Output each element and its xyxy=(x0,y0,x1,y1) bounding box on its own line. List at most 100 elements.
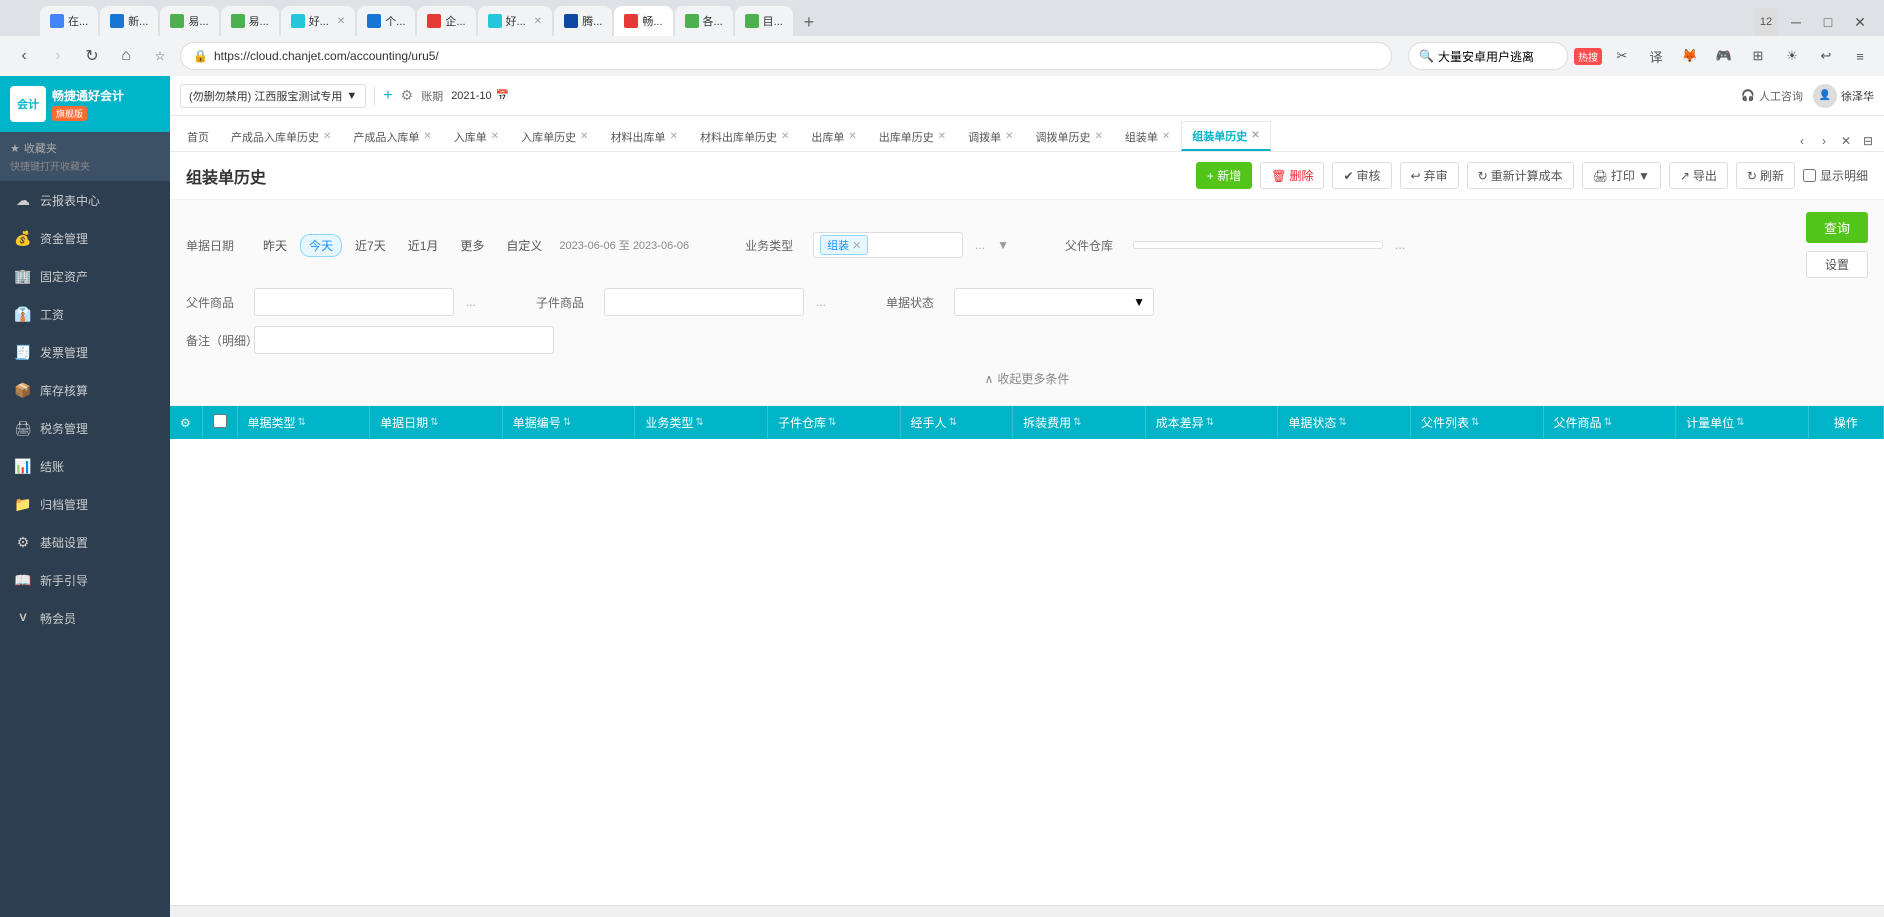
sidebar-item-invoice[interactable]: 🧾 发票管理 xyxy=(0,333,170,371)
date-btn-7days[interactable]: 近7天 xyxy=(346,234,395,257)
sidebar-favorites[interactable]: ★ 收藏夹 快捷键打开收藏夹 xyxy=(0,132,170,181)
delete-button[interactable]: 🗑 删除 xyxy=(1260,162,1324,189)
child-goods-input[interactable] xyxy=(604,288,804,316)
new-tab-button[interactable]: + xyxy=(795,8,823,36)
th-handler[interactable]: 经手人 ⇅ xyxy=(900,406,1013,439)
company-selector[interactable]: (勿删勿禁用) 江西服宝测试专用 ▼ xyxy=(180,84,366,108)
browser-tab-8[interactable]: 腾... xyxy=(554,6,612,36)
nav-tab-assemble-history[interactable]: 组装单历史 ✕ xyxy=(1181,121,1270,151)
tab-close-7[interactable]: ✕ xyxy=(534,16,542,27)
scissors-btn[interactable]: ✂ xyxy=(1608,42,1636,70)
set-button[interactable]: 设置 xyxy=(1806,251,1868,278)
nav-tab-in-order[interactable]: 入库单 ✕ xyxy=(443,121,510,151)
horizontal-scrollbar[interactable] xyxy=(170,905,1884,917)
nav-tab-out-history[interactable]: 出库单历史 ✕ xyxy=(868,121,957,151)
export-button[interactable]: ↗ 导出 xyxy=(1669,162,1728,189)
nav-scroll-right[interactable]: › xyxy=(1814,131,1834,151)
nav-tab-close-1[interactable]: ✕ xyxy=(323,131,331,142)
th-settings[interactable]: ⚙ xyxy=(170,406,202,439)
parent-goods-input[interactable] xyxy=(254,288,454,316)
bill-status-select[interactable]: ▼ xyxy=(954,288,1154,316)
parent-goods-more-btn[interactable]: ... xyxy=(462,295,480,309)
tab-count-badge[interactable]: 12 xyxy=(1754,8,1778,36)
grid-btn[interactable]: ⊞ xyxy=(1744,42,1772,70)
note-input[interactable] xyxy=(254,326,554,354)
close-window-button[interactable]: ✕ xyxy=(1846,8,1874,36)
back-button[interactable]: ‹ xyxy=(10,42,38,70)
history-btn[interactable]: ↩ xyxy=(1812,42,1840,70)
sidebar-item-tax[interactable]: 🖨 税务管理 xyxy=(0,409,170,447)
print-button[interactable]: 🖨 打印 ▼ xyxy=(1582,162,1661,189)
bookmark-button[interactable]: ☆ xyxy=(146,42,174,70)
nav-tab-produce-in-history[interactable]: 产成品入库单历史 ✕ xyxy=(220,121,342,151)
nav-tab-close-5[interactable]: ✕ xyxy=(670,131,678,142)
date-btn-custom[interactable]: 自定义 xyxy=(497,234,551,257)
sidebar-item-cloud-report[interactable]: ☁ 云报表中心 xyxy=(0,181,170,219)
forward-button[interactable]: › xyxy=(44,42,72,70)
sidebar-item-finance[interactable]: 💰 资金管理 xyxy=(0,219,170,257)
service-button[interactable]: 🎧 人工咨询 xyxy=(1741,88,1803,104)
browser-tab-6[interactable]: 企... xyxy=(417,6,475,36)
warehouse-more-btn[interactable]: ... xyxy=(1391,238,1409,252)
add-button[interactable]: + 新增 xyxy=(1196,162,1252,189)
refresh-button[interactable]: ↻ 刷新 xyxy=(1736,162,1795,189)
sidebar-item-fixed-assets[interactable]: 🏢 固定资产 xyxy=(0,257,170,295)
biz-type-more-btn[interactable]: ... xyxy=(971,238,989,252)
nav-tab-transfer[interactable]: 调拨单 ✕ xyxy=(957,121,1024,151)
show-detail-input[interactable] xyxy=(1803,169,1816,182)
th-bill-type[interactable]: 单据类型 ⇅ xyxy=(237,406,370,439)
nav-tab-close-8[interactable]: ✕ xyxy=(938,131,946,142)
translate-btn[interactable]: 译 xyxy=(1642,42,1670,70)
nav-tab-home[interactable]: 首页 xyxy=(176,121,220,151)
browser-tab-3[interactable]: 易... xyxy=(221,6,279,36)
th-unit[interactable]: 计量单位 ⇅ xyxy=(1676,406,1809,439)
date-btn-today[interactable]: 今天 xyxy=(300,234,342,257)
search-box[interactable]: 🔍 大量安卓用户逃离 xyxy=(1408,42,1568,70)
nav-tab-close-6[interactable]: ✕ xyxy=(781,131,789,142)
sidebar-item-membership[interactable]: V 畅会员 xyxy=(0,599,170,637)
nav-tab-close-10[interactable]: ✕ xyxy=(1095,131,1103,142)
nav-tab-material-out[interactable]: 材料出库单 ✕ xyxy=(600,121,689,151)
recalculate-button[interactable]: ↻ 重新计算成本 xyxy=(1467,162,1574,189)
browser-tab-4[interactable]: 好... ✕ xyxy=(281,6,356,36)
th-child-warehouse[interactable]: 子件仓库 ⇅ xyxy=(767,406,900,439)
query-button[interactable]: 查询 xyxy=(1806,212,1868,243)
game-btn[interactable]: 🎮 xyxy=(1710,42,1738,70)
sidebar-item-salary[interactable]: 👔 工资 xyxy=(0,295,170,333)
calendar-icon[interactable]: 📅 xyxy=(496,89,510,102)
th-disassemble-fee[interactable]: 拆装费用 ⇅ xyxy=(1013,406,1146,439)
nav-tab-assemble[interactable]: 组装单 ✕ xyxy=(1114,121,1181,151)
date-btn-more[interactable]: 更多 xyxy=(451,234,493,257)
address-bar[interactable]: 🔒 https://cloud.chanjet.com/accounting/u… xyxy=(180,42,1392,70)
th-bill-no[interactable]: 单据编号 ⇅ xyxy=(502,406,635,439)
nav-tab-produce-in[interactable]: 产成品入库单 ✕ xyxy=(342,121,442,151)
abandon-button[interactable]: ↩ 弃审 xyxy=(1400,162,1459,189)
date-btn-1month[interactable]: 近1月 xyxy=(399,234,448,257)
browser-tab-5[interactable]: 个... xyxy=(357,6,415,36)
th-checkbox[interactable] xyxy=(202,406,237,439)
warehouse-input[interactable] xyxy=(1133,241,1383,249)
sidebar-item-archive[interactable]: 📁 归档管理 xyxy=(0,485,170,523)
nav-tab-close-12[interactable]: ✕ xyxy=(1251,130,1259,141)
menu-btn[interactable]: ≡ xyxy=(1846,42,1874,70)
add-company-btn[interactable]: + xyxy=(383,87,392,105)
biz-type-dropdown-icon[interactable]: ▼ xyxy=(997,238,1009,252)
select-all-checkbox[interactable] xyxy=(213,414,227,428)
nav-tab-close-9[interactable]: ✕ xyxy=(1005,131,1013,142)
nav-scroll-left[interactable]: ‹ xyxy=(1792,131,1812,151)
browser-tab-2[interactable]: 易... xyxy=(160,6,218,36)
nav-tab-close-3[interactable]: ✕ xyxy=(491,131,499,142)
nav-tab-in-history[interactable]: 入库单历史 ✕ xyxy=(510,121,599,151)
nav-tab-transfer-history[interactable]: 调拨单历史 ✕ xyxy=(1025,121,1114,151)
th-parent-goods[interactable]: 父件商品 ⇅ xyxy=(1543,406,1676,439)
nav-tab-settings[interactable]: ⊟ xyxy=(1858,131,1878,151)
approve-button[interactable]: ✔ 审核 xyxy=(1332,162,1391,189)
emoji-btn[interactable]: 🦊 xyxy=(1676,42,1704,70)
user-info[interactable]: 👤 徐泽华 xyxy=(1813,84,1874,108)
browser-tab-11[interactable]: 目... xyxy=(735,6,793,36)
sidebar-item-settings[interactable]: ⚙ 基础设置 xyxy=(0,523,170,561)
browser-tab-7[interactable]: 好... ✕ xyxy=(478,6,553,36)
child-goods-more-btn[interactable]: ... xyxy=(812,295,830,309)
browser-tab-9[interactable]: 畅... xyxy=(614,6,672,36)
nav-tab-close-7[interactable]: ✕ xyxy=(848,131,856,142)
